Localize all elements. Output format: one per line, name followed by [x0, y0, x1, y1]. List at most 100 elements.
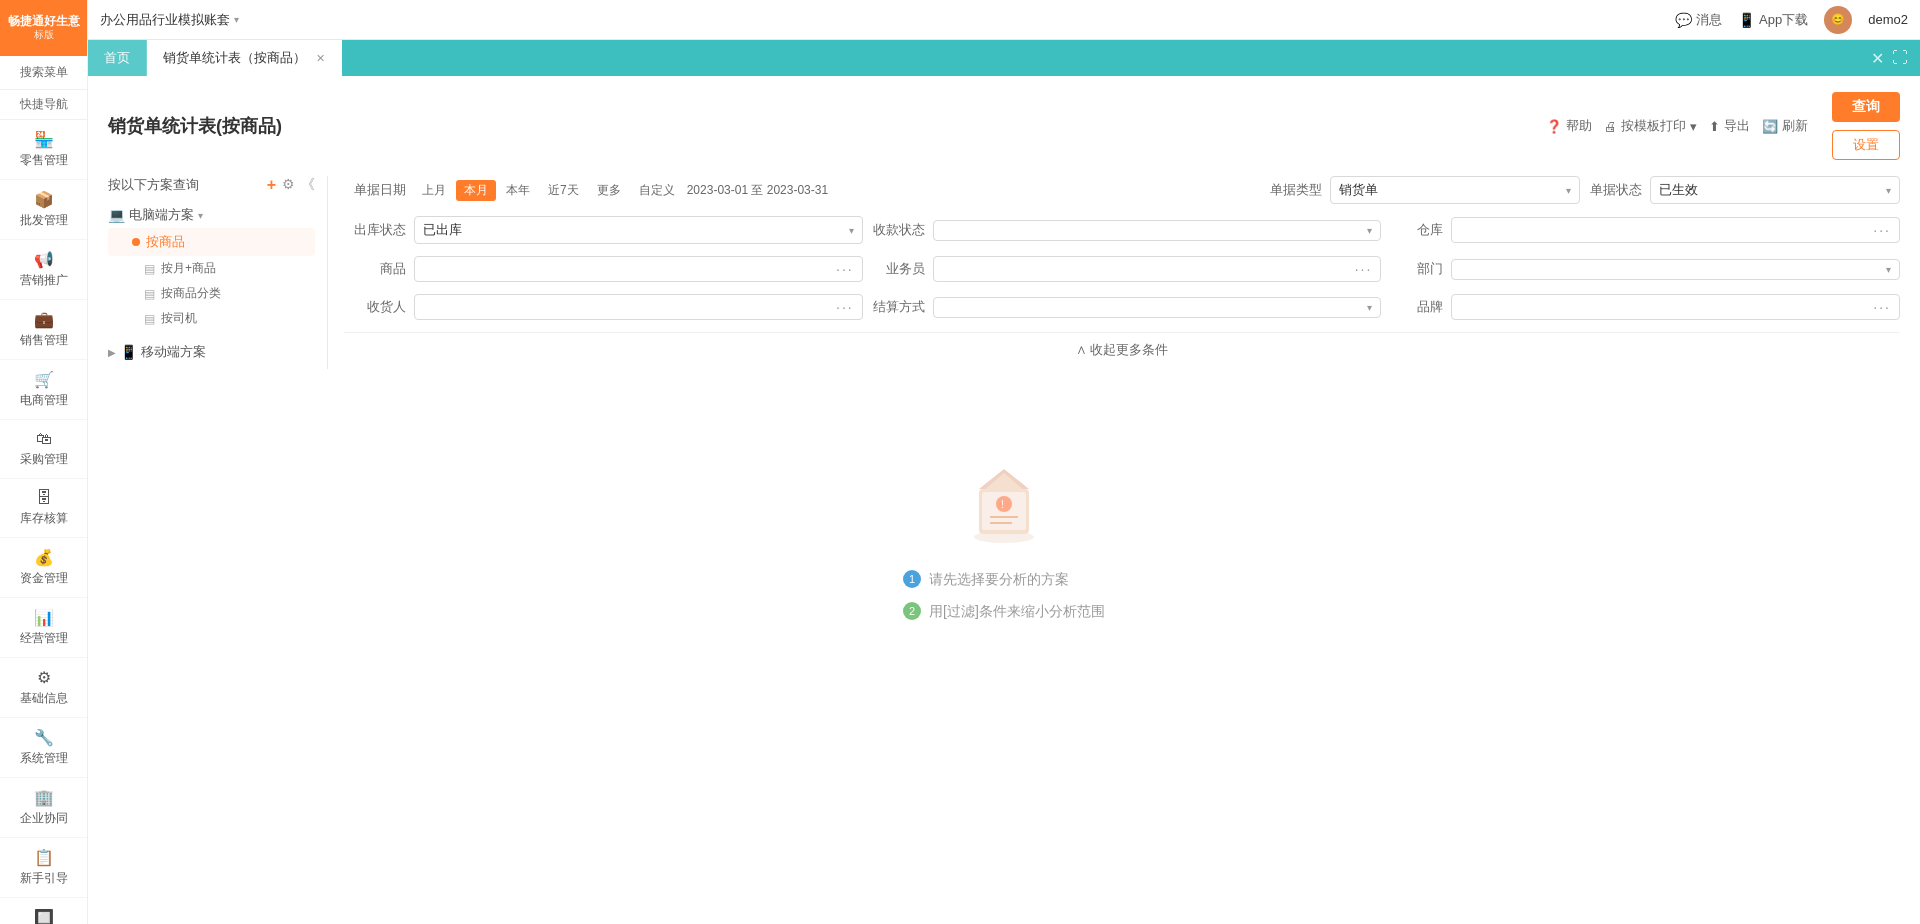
svg-point-5 [996, 496, 1012, 512]
brand-select[interactable]: ··· [1451, 294, 1900, 320]
date-label: 单据日期 [344, 181, 414, 199]
export-button[interactable]: ⬆ 导出 [1709, 117, 1750, 135]
tab-close-all-icon[interactable]: ✕ [1871, 49, 1884, 68]
export-label: 导出 [1724, 117, 1750, 135]
date-range-value: 2023-03-01 至 2023-03-31 [687, 182, 828, 199]
out-status-select[interactable]: 已出库 ▾ [414, 216, 863, 244]
date-tab-more[interactable]: 更多 [589, 180, 629, 201]
recipient-select[interactable]: ··· [414, 294, 863, 320]
help-button[interactable]: ❓ 帮助 [1546, 117, 1592, 135]
scheme-item-by-product[interactable]: 按商品 [108, 228, 315, 256]
scheme-item-by-category[interactable]: ▤ 按商品分类 [108, 281, 315, 306]
scheme-collapse-icon[interactable]: 《 [301, 176, 315, 194]
payment-control: ▾ [933, 297, 1382, 318]
doc-status-control: 已生效 ▾ [1650, 176, 1900, 204]
date-tab-last-month[interactable]: 上月 [414, 180, 454, 201]
sidebar-item-finance[interactable]: 💰 资金管理 [0, 538, 87, 598]
brand-dots-icon: ··· [1873, 299, 1891, 315]
sidebar-item-enterprise[interactable]: 🏢 企业协同 [0, 778, 87, 838]
tab-close-icon[interactable]: ✕ [316, 52, 325, 65]
logo-area[interactable]: 畅捷通好生意 标版 [0, 0, 87, 56]
department-arrow-icon: ▾ [1886, 264, 1891, 275]
tab-home[interactable]: 首页 [88, 40, 147, 76]
app-download-action[interactable]: 📱 App下载 [1738, 11, 1808, 29]
scheme-group-mobile: ▶ 📱 移动端方案 [108, 339, 315, 365]
step1-num: 1 [903, 570, 921, 588]
by-driver-icon: ▤ [144, 312, 155, 326]
receive-status-select[interactable]: ▾ [933, 220, 1382, 241]
setting-button[interactable]: 设置 [1832, 130, 1900, 160]
brand-control: ··· [1451, 294, 1900, 320]
warehouse-select[interactable]: ··· [1451, 217, 1900, 243]
salesperson-dots-icon: ··· [1355, 261, 1373, 277]
sidebar-item-operations[interactable]: 📊 经营管理 [0, 598, 87, 658]
sidebar-item-wholesale[interactable]: 📦 批发管理 [0, 180, 87, 240]
scheme-item-by-month-product[interactable]: ▤ 按月+商品 [108, 256, 315, 281]
scheme-tree: 💻 电脑端方案 ▾ 按商品 ▤ 按月+商品 [108, 202, 315, 365]
ecom-label: 电商管理 [20, 392, 68, 409]
wholesale-icon: 📦 [34, 190, 54, 209]
scheme-group-mobile-header[interactable]: ▶ 📱 移动端方案 [108, 339, 315, 365]
avatar[interactable]: 😊 [1824, 6, 1852, 34]
refresh-icon: 🔄 [1762, 119, 1778, 134]
product-label: 商品 [344, 260, 414, 278]
date-tab-custom[interactable]: 自定义 [631, 180, 683, 201]
sidebar-item-sales[interactable]: 💼 销售管理 [0, 300, 87, 360]
payment-select[interactable]: ▾ [933, 297, 1382, 318]
sidebar-item-inventory[interactable]: 🗄 库存核算 [0, 479, 87, 538]
tab-sales-report[interactable]: 销货单统计表（按商品） ✕ [147, 40, 342, 76]
sidebar-item-system[interactable]: 🔧 系统管理 [0, 718, 87, 778]
date-tab-7days[interactable]: 近7天 [540, 180, 587, 201]
date-selector: 上月 本月 本年 近7天 更多 自定义 2023-03-01 至 2023-03… [414, 180, 1260, 201]
warehouse-control: ··· [1451, 217, 1900, 243]
sidebar-item-basic[interactable]: ⚙ 基础信息 [0, 658, 87, 718]
workspace-name: 办公用品行业模拟账套 [100, 11, 230, 29]
scheme-edit-icon[interactable]: ⚙ [282, 176, 295, 194]
doc-status-select[interactable]: 已生效 ▾ [1650, 176, 1900, 204]
workspace-selector[interactable]: 办公用品行业模拟账套 ▾ [100, 11, 239, 29]
date-tab-this-month[interactable]: 本月 [456, 180, 496, 201]
quick-nav-label[interactable]: 快捷导航 [20, 97, 68, 111]
sidebar-search-section[interactable]: 搜索菜单 [0, 56, 87, 90]
product-select[interactable]: ··· [414, 256, 863, 282]
department-control: ▾ [1451, 259, 1900, 280]
empty-state: ! 1 请先选择要分析的方案 2 用[过滤]条件来缩小分析范围 [108, 369, 1900, 709]
refresh-button[interactable]: 🔄 刷新 [1762, 117, 1808, 135]
query-button[interactable]: 查询 [1832, 92, 1900, 122]
department-select[interactable]: ▾ [1451, 259, 1900, 280]
recipient-dots-icon: ··· [836, 299, 854, 315]
sidebar-item-purchase[interactable]: 🛍 采购管理 [0, 420, 87, 479]
scheme-panel: 按以下方案查询 + ⚙ 《 💻 电脑端方案 [108, 176, 328, 369]
sidebar-item-marketing[interactable]: 📢 营销推广 [0, 240, 87, 300]
search-menu-label[interactable]: 搜索菜单 [20, 65, 68, 79]
sidebar-item-ecom[interactable]: 🛒 电商管理 [0, 360, 87, 420]
doc-status-value: 已生效 [1659, 181, 1698, 199]
sidebar-item-appstore[interactable]: 🔲 应用中心 [0, 898, 87, 924]
sidebar-item-guide[interactable]: 📋 新手引导 [0, 838, 87, 898]
sidebar-item-retail[interactable]: 🏪 零售管理 [0, 120, 87, 180]
receive-status-label: 收款状态 [863, 221, 933, 239]
mobile-group-arrow-icon: ▶ [108, 347, 116, 358]
print-button[interactable]: 🖨 按模板打印 ▾ [1604, 117, 1697, 135]
sidebar-quick-nav-section[interactable]: 快捷导航 [0, 90, 87, 120]
scheme-header-actions: + ⚙ 《 [267, 176, 315, 194]
logo-sub: 标版 [34, 28, 54, 42]
scheme-add-icon[interactable]: + [267, 176, 276, 194]
filter-doc-type-item: 单据类型 销货单 ▾ [1260, 176, 1580, 204]
salesperson-select[interactable]: ··· [933, 256, 1382, 282]
by-category-icon: ▤ [144, 287, 155, 301]
operations-icon: 📊 [34, 608, 54, 627]
recipient-control: ··· [414, 294, 863, 320]
scheme-header: 按以下方案查询 + ⚙ 《 [108, 176, 315, 194]
top-nav-left: 办公用品行业模拟账套 ▾ [100, 11, 239, 29]
message-action[interactable]: 💬 消息 [1675, 11, 1722, 29]
doc-type-select[interactable]: 销货单 ▾ [1330, 176, 1580, 204]
date-tab-this-year[interactable]: 本年 [498, 180, 538, 201]
retail-label: 零售管理 [20, 152, 68, 169]
scheme-item-by-driver[interactable]: ▤ 按司机 [108, 306, 315, 331]
scheme-group-pc-header[interactable]: 💻 电脑端方案 ▾ [108, 202, 315, 228]
help-icon: ❓ [1546, 119, 1562, 134]
username[interactable]: demo2 [1868, 12, 1908, 27]
tab-expand-icon[interactable]: ⛶ [1892, 49, 1908, 67]
collapse-button[interactable]: ∧ 收起更多条件 [1076, 341, 1169, 359]
